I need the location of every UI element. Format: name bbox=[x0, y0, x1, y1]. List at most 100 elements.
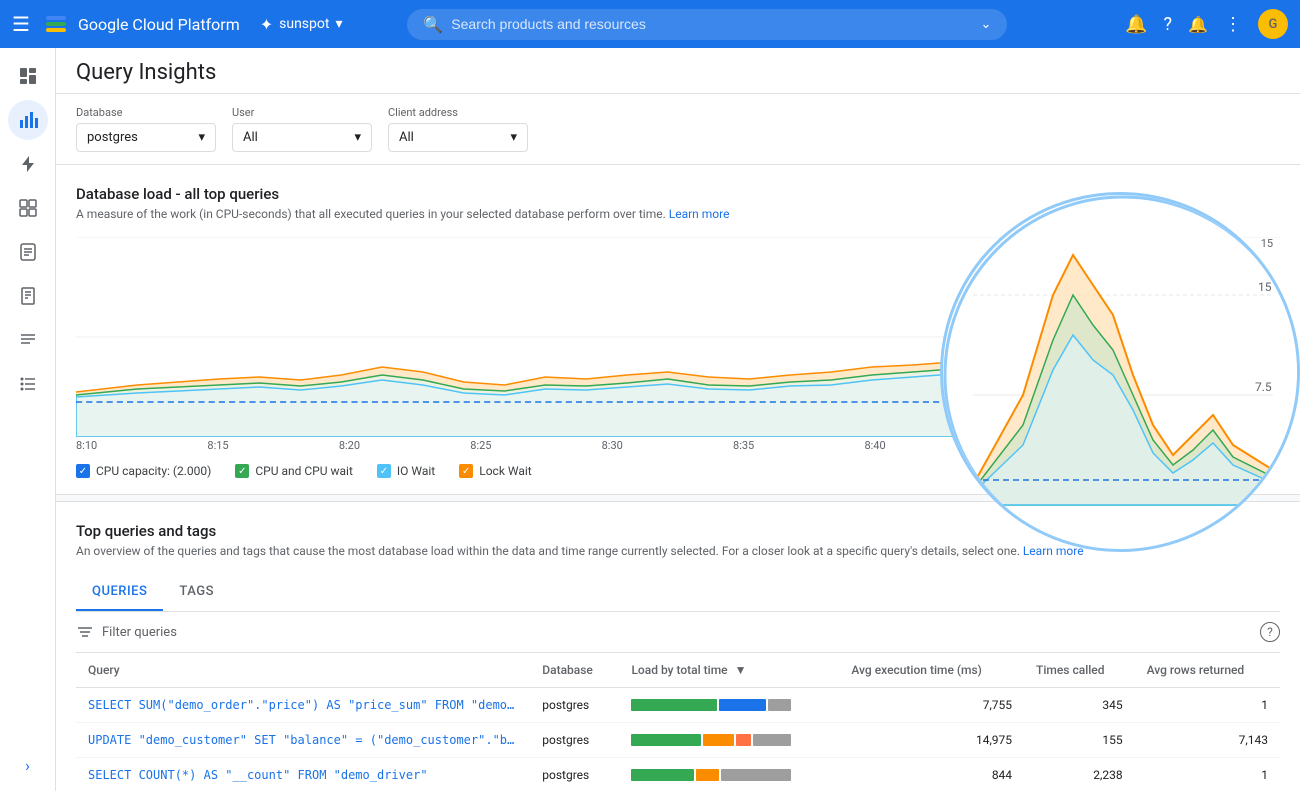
x-label-810: 8:10 bbox=[76, 439, 97, 452]
search-input[interactable] bbox=[451, 16, 972, 32]
project-name: sunspot bbox=[279, 16, 329, 32]
sidebar-item-list[interactable] bbox=[8, 364, 48, 404]
notifications-icon[interactable]: 🔔 bbox=[1125, 14, 1147, 35]
col-query: Query bbox=[76, 653, 530, 688]
x-label-835: 8:35 bbox=[733, 439, 754, 452]
queries-filter-bar: Filter queries ? bbox=[76, 612, 1280, 653]
x-label-825: 8:25 bbox=[470, 439, 491, 452]
chart-title: Database load - all top queries bbox=[76, 185, 1280, 203]
grid-icon bbox=[18, 198, 38, 218]
queries-learn-more-link[interactable]: Learn more bbox=[1023, 544, 1084, 558]
user-filter-group: User All ▾ bbox=[232, 106, 372, 152]
sidebar: › bbox=[0, 48, 56, 791]
queries-desc-text: An overview of the queries and tags that… bbox=[76, 544, 1023, 558]
main-content: Query Insights Database postgres ▾ User … bbox=[56, 48, 1300, 791]
flash-icon bbox=[18, 154, 38, 174]
cell-avg-rows-1: 7,143 bbox=[1135, 723, 1280, 758]
legend-cpu-capacity-checkbox[interactable]: ✓ bbox=[76, 464, 90, 478]
queries-section-title: Top queries and tags bbox=[76, 522, 1280, 540]
table-row[interactable]: SELECT SUM("demo_order"."price") AS "pri… bbox=[76, 688, 1280, 723]
table-help-icon[interactable]: ? bbox=[1260, 622, 1280, 642]
search-expand-icon: ⌄ bbox=[980, 17, 991, 32]
project-dropdown-icon: ▾ bbox=[335, 16, 342, 32]
sidebar-item-functions[interactable] bbox=[8, 144, 48, 184]
y-axis-labels: 15 7.5 0 bbox=[1257, 237, 1280, 437]
cell-database-1: postgres bbox=[530, 723, 619, 758]
main-layout: › Query Insights Database postgres ▾ Use… bbox=[0, 48, 1300, 791]
user-avatar[interactable]: G bbox=[1258, 9, 1288, 39]
queries-tabs: QUERIES TAGS bbox=[76, 574, 1280, 612]
user-filter-label: User bbox=[232, 106, 372, 119]
col-times-called: Times called bbox=[1024, 653, 1135, 688]
page-title: Query Insights bbox=[76, 60, 1280, 85]
chart-desc-text: A measure of the work (in CPU-seconds) t… bbox=[76, 207, 669, 221]
legend-cpu-capacity-label: CPU capacity: (2.000) bbox=[96, 464, 211, 478]
client-address-filter-value: All bbox=[399, 130, 414, 145]
chart-legend: ✓ CPU capacity: (2.000) ✓ CPU and CPU wa… bbox=[76, 464, 1280, 478]
sidebar-item-analytics[interactable] bbox=[8, 100, 48, 140]
sidebar-item-documents[interactable] bbox=[8, 276, 48, 316]
help-icon[interactable]: ? bbox=[1164, 14, 1173, 35]
more-options-icon[interactable]: ⋮ bbox=[1224, 14, 1242, 35]
x-label-905: 9:05 bbox=[1259, 439, 1280, 452]
page-header: Query Insights bbox=[56, 48, 1300, 94]
legend-lock-wait: ✓ Lock Wait bbox=[459, 464, 531, 478]
app-title: Google Cloud Platform bbox=[78, 15, 240, 34]
user-filter-select[interactable]: All ▾ bbox=[232, 123, 372, 152]
table-row[interactable]: SELECT COUNT(*) AS "__count" FROM "demo_… bbox=[76, 758, 1280, 791]
chart-section: Database load - all top queries A measur… bbox=[56, 165, 1300, 494]
tab-tags[interactable]: TAGS bbox=[163, 574, 230, 611]
search-icon: 🔍 bbox=[423, 15, 443, 34]
cell-load-bar-1 bbox=[619, 723, 839, 758]
search-bar[interactable]: 🔍 ⌄ bbox=[407, 9, 1007, 40]
sidebar-toggle-button[interactable]: › bbox=[17, 748, 38, 783]
cell-database-0: postgres bbox=[530, 688, 619, 723]
legend-io-wait-checkbox[interactable]: ✓ bbox=[377, 464, 391, 478]
database-dropdown-icon: ▾ bbox=[198, 130, 205, 145]
cell-avg-exec-0: 7,755 bbox=[839, 688, 1024, 723]
cell-avg-exec-2: 844 bbox=[839, 758, 1024, 791]
topnav-actions: 🔔 ? 🔔 ⋮ G bbox=[1125, 9, 1288, 39]
hamburger-menu-icon[interactable]: ☰ bbox=[12, 12, 30, 36]
database-filter-group: Database postgres ▾ bbox=[76, 106, 216, 152]
x-label-840: 8:40 bbox=[864, 439, 885, 452]
database-load-chart bbox=[76, 237, 1280, 437]
reports-icon bbox=[18, 242, 38, 262]
database-filter-select[interactable]: postgres ▾ bbox=[76, 123, 216, 152]
client-address-filter-select[interactable]: All ▾ bbox=[388, 123, 528, 152]
col-load[interactable]: Load by total time ▼ bbox=[619, 653, 839, 688]
user-filter-value: All bbox=[243, 130, 258, 145]
queries-section-description: An overview of the queries and tags that… bbox=[76, 544, 1280, 558]
x-label-830: 8:30 bbox=[602, 439, 623, 452]
analytics-icon bbox=[18, 110, 38, 130]
notifications-bell-icon[interactable]: 🔔 bbox=[1188, 15, 1208, 34]
cell-avg-rows-0: 1 bbox=[1135, 688, 1280, 723]
project-selector[interactable]: ✦ sunspot ▾ bbox=[260, 15, 343, 34]
filter-queries-button[interactable]: Filter queries bbox=[76, 623, 177, 641]
sidebar-item-grid[interactable] bbox=[8, 188, 48, 228]
legend-io-wait-label: IO Wait bbox=[397, 464, 435, 478]
sort-down-icon: ▼ bbox=[735, 663, 747, 677]
checkmark-icon-4: ✓ bbox=[462, 466, 470, 477]
legend-cpu-wait-label: CPU and CPU wait bbox=[255, 464, 353, 478]
database-filter-value: postgres bbox=[87, 130, 138, 145]
tab-queries[interactable]: QUERIES bbox=[76, 574, 163, 611]
table-row[interactable]: UPDATE "demo_customer" SET "balance" = (… bbox=[76, 723, 1280, 758]
col-database: Database bbox=[530, 653, 619, 688]
gcp-logo-icon bbox=[42, 10, 70, 38]
chart-learn-more-link[interactable]: Learn more bbox=[669, 207, 730, 221]
y-label-15: 15 bbox=[1261, 237, 1276, 250]
legend-lock-wait-checkbox[interactable]: ✓ bbox=[459, 464, 473, 478]
col-avg-exec: Avg execution time (ms) bbox=[839, 653, 1024, 688]
sidebar-item-dashboard[interactable] bbox=[8, 56, 48, 96]
notes-icon bbox=[18, 330, 38, 350]
table-header-row: Query Database Load by total time ▼ Avg … bbox=[76, 653, 1280, 688]
chart-description: A measure of the work (in CPU-seconds) t… bbox=[76, 207, 1280, 221]
sidebar-item-notes[interactable] bbox=[8, 320, 48, 360]
filter-icon bbox=[76, 623, 94, 641]
chart-wrapper: 8:10 8:15 8:20 8:25 8:30 8:35 8:40 8:45 … bbox=[76, 237, 1280, 452]
legend-cpu-wait-checkbox[interactable]: ✓ bbox=[235, 464, 249, 478]
cell-times-called-0: 345 bbox=[1024, 688, 1135, 723]
sidebar-item-reports[interactable] bbox=[8, 232, 48, 272]
x-label-850: 8:50 bbox=[1127, 439, 1148, 452]
